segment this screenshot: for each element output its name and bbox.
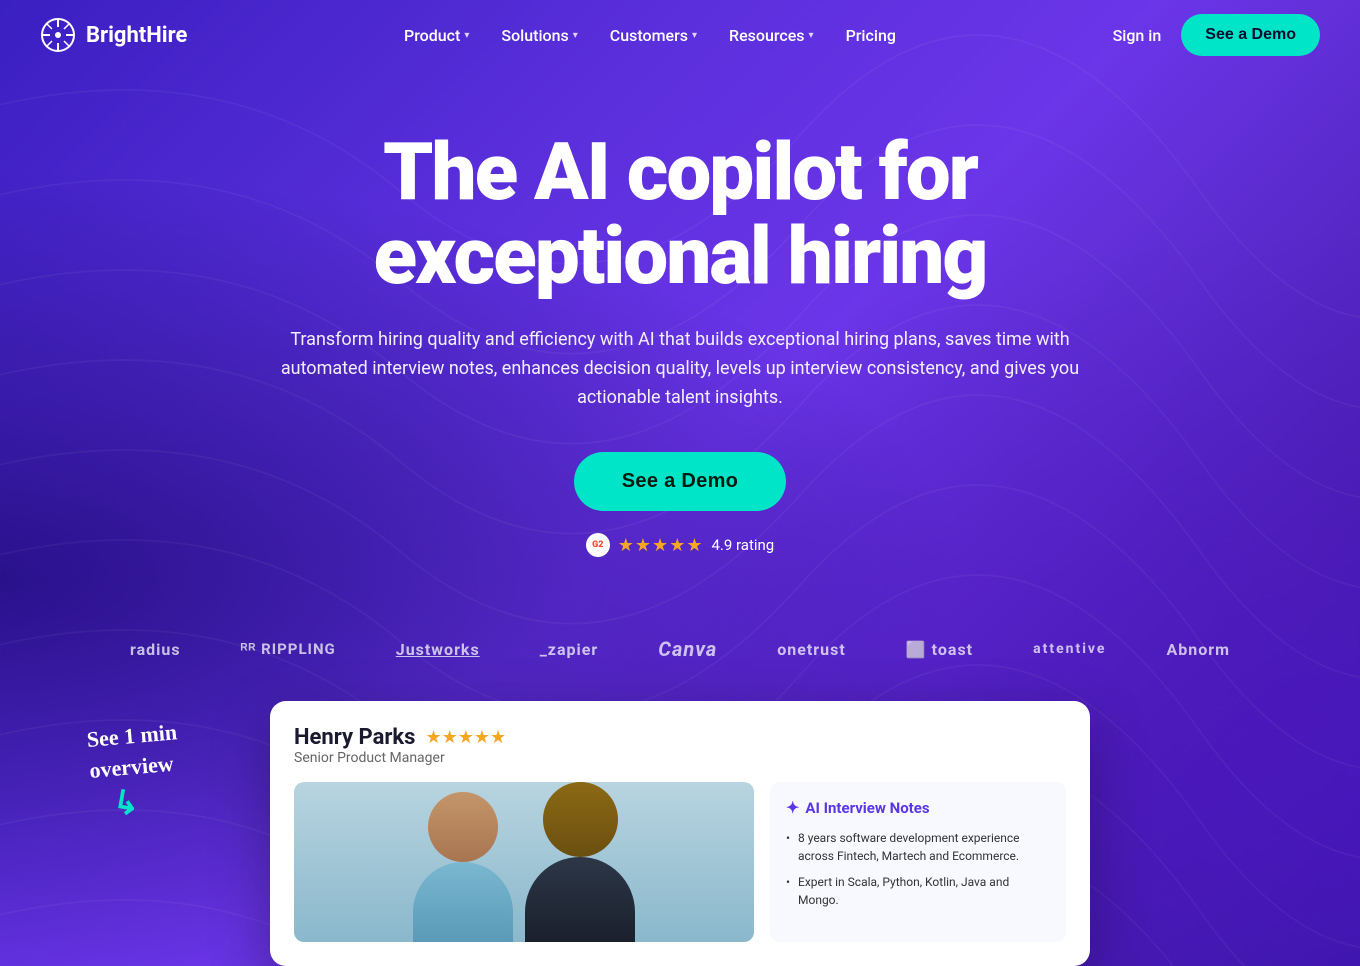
logo-radius: radius (130, 640, 181, 659)
nav-demo-button[interactable]: See a Demo (1181, 14, 1320, 56)
person-1 (413, 782, 513, 942)
nav-item-pricing[interactable]: Pricing (834, 18, 908, 53)
rating-text: 4.9 rating (711, 536, 774, 554)
nav-item-customers[interactable]: Customers ▾ (598, 18, 709, 53)
person-1-body (413, 862, 513, 942)
person-2-body (525, 857, 635, 942)
logo-toast: ⬜ toast (906, 640, 973, 659)
customers-chevron-icon: ▾ (692, 30, 697, 41)
ai-notes-panel: ✦ AI Interview Notes 8 years software de… (770, 782, 1066, 942)
logo-onetrust: onetrust (777, 640, 846, 659)
note-item-1: 8 years software development experience … (786, 829, 1050, 865)
product-card: Henry Parks ★★★★★ Senior Product Manager (270, 701, 1090, 966)
logo-text: BrightHire (86, 23, 187, 48)
overview-annotation: See 1 min overview ↳ (86, 718, 185, 832)
product-area: See 1 min overview ↳ Henry Parks ★★★★★ S… (0, 691, 1360, 966)
nav-item-product[interactable]: Product ▾ (392, 18, 481, 53)
nav-right: Sign in See a Demo (1113, 14, 1320, 56)
nav-item-resources[interactable]: Resources ▾ (717, 18, 826, 53)
product-card-container: See 1 min overview ↳ Henry Parks ★★★★★ S… (270, 701, 1090, 966)
nav-item-solutions[interactable]: Solutions ▾ (489, 18, 589, 53)
hero-cta-button[interactable]: See a Demo (574, 452, 786, 511)
card-body: ✦ AI Interview Notes 8 years software de… (294, 782, 1066, 942)
logo-attentive: attentive (1033, 641, 1106, 657)
hero-headline-line2: exceptional hiring (374, 209, 987, 303)
person-1-head (428, 792, 498, 862)
navbar: BrightHire Product ▾ Solutions ▾ Custome… (0, 0, 1360, 70)
hero-headline-line1: The AI copilot for (383, 125, 977, 219)
pricing-label: Pricing (846, 26, 896, 45)
curved-arrow-icon: ↳ (109, 779, 206, 839)
candidate-stars: ★★★★★ (425, 727, 506, 748)
hero-content: The AI copilot for exceptional hiring Tr… (0, 70, 1360, 597)
logo-abnorm: Abnorm (1167, 640, 1230, 659)
product-label: Product (404, 26, 460, 45)
candidate-info: Henry Parks ★★★★★ Senior Product Manager (294, 725, 506, 766)
resources-label: Resources (729, 26, 805, 45)
candidate-name: Henry Parks (294, 725, 415, 750)
logo-rippling: ᴿᴿ RIPPLING (241, 640, 336, 658)
solutions-label: Solutions (501, 26, 568, 45)
person-2 (525, 782, 635, 942)
hero-section: BrightHire Product ▾ Solutions ▾ Custome… (0, 0, 1360, 966)
signin-link[interactable]: Sign in (1113, 26, 1162, 45)
hero-rating: G2 ★★★★★ 4.9 rating (586, 533, 774, 557)
sparkle-icon: ✦ (786, 798, 799, 817)
rating-stars: ★★★★★ (618, 535, 704, 556)
ai-notes-title-text: AI Interview Notes (805, 799, 929, 817)
overview-label: See 1 min overview (86, 720, 178, 783)
g2-icon: G2 (586, 533, 610, 557)
logo[interactable]: BrightHire (40, 17, 187, 53)
logo-zapier: _zapier (540, 640, 599, 659)
logo-canva: Canva (658, 637, 717, 661)
card-header: Henry Parks ★★★★★ Senior Product Manager (294, 725, 1066, 766)
person-2-head (543, 782, 618, 857)
note-item-2: Expert in Scala, Python, Kotlin, Java an… (786, 873, 1050, 909)
interview-video[interactable] (294, 782, 754, 942)
video-placeholder (294, 782, 754, 942)
hero-headline: The AI copilot for exceptional hiring (374, 130, 987, 298)
candidate-role: Senior Product Manager (294, 750, 506, 766)
ai-notes-title: ✦ AI Interview Notes (786, 798, 1050, 817)
product-chevron-icon: ▾ (464, 30, 469, 41)
hero-subtext: Transform hiring quality and efficiency … (280, 326, 1080, 412)
logo-justworks: Justworks (396, 640, 480, 659)
nav-links: Product ▾ Solutions ▾ Customers ▾ Resour… (392, 18, 908, 53)
logo-icon (40, 17, 76, 53)
g2-label: G2 (592, 540, 603, 550)
resources-chevron-icon: ▾ (809, 30, 814, 41)
customers-label: Customers (610, 26, 688, 45)
logos-strip: radius ᴿᴿ RIPPLING Justworks _zapier Can… (0, 607, 1360, 691)
solutions-chevron-icon: ▾ (573, 30, 578, 41)
